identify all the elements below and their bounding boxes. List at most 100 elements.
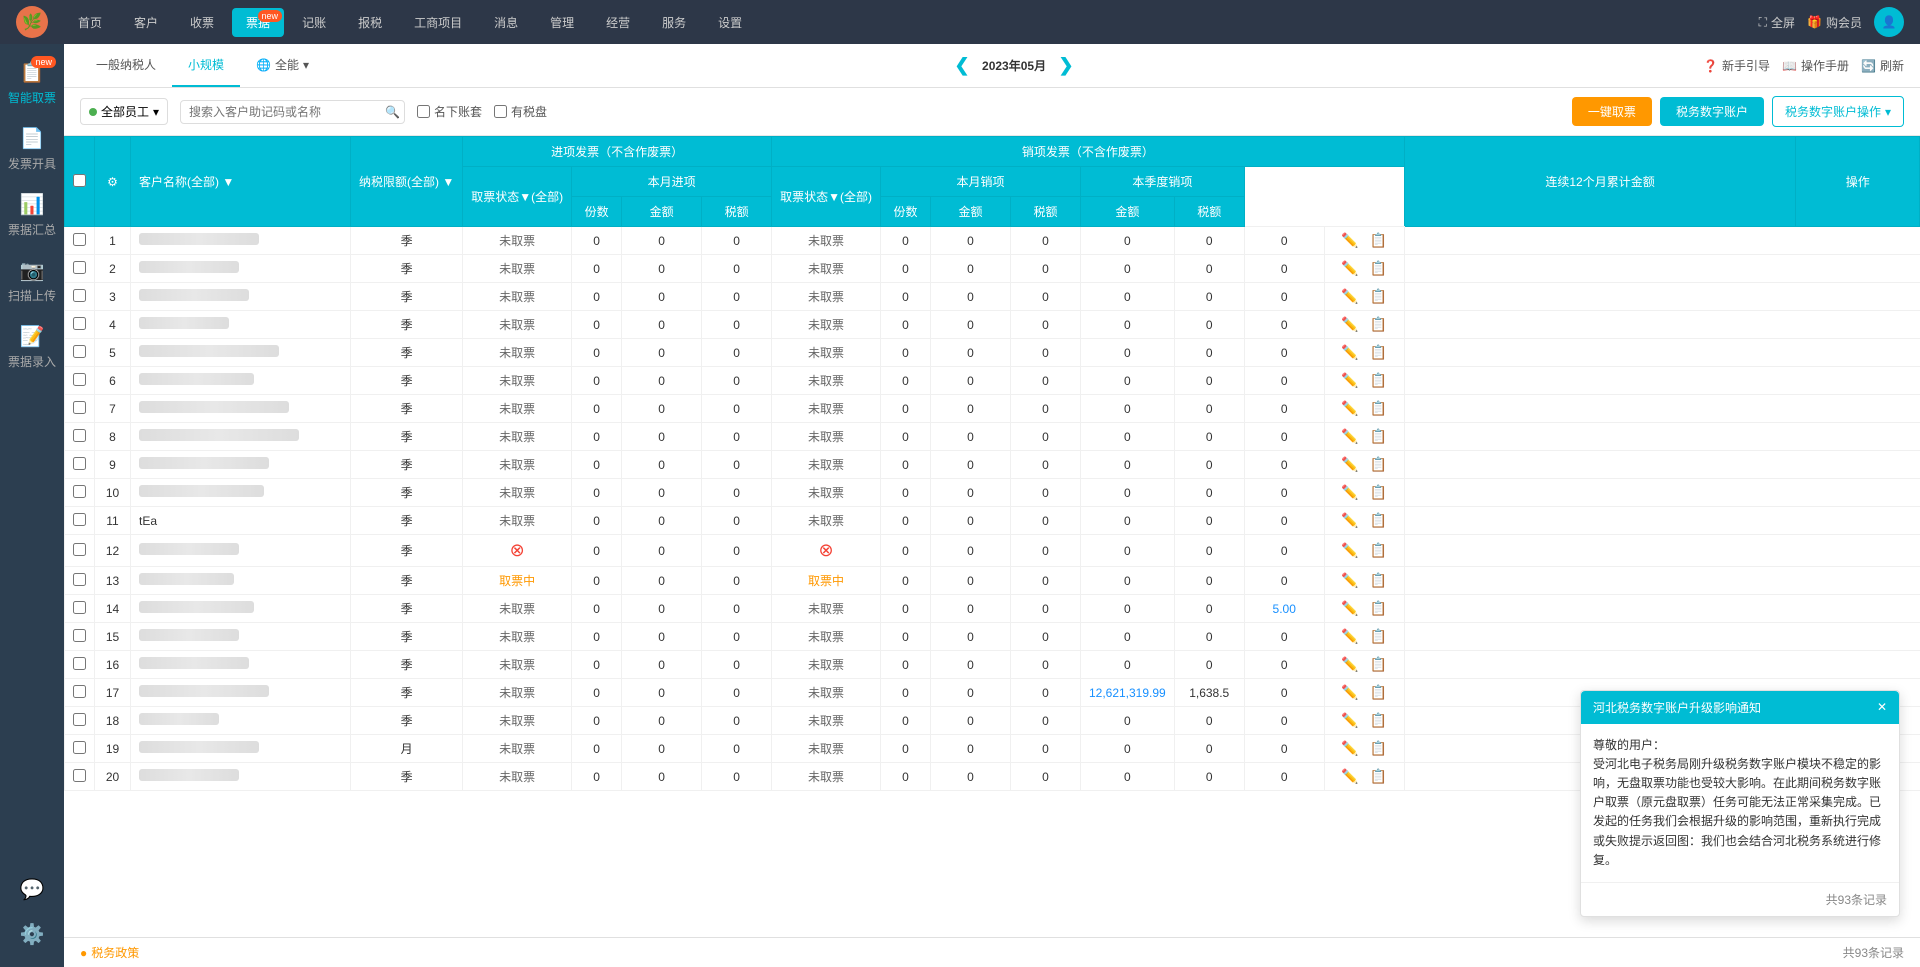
row-checkbox[interactable] bbox=[73, 543, 86, 556]
row-checkbox[interactable] bbox=[73, 741, 86, 754]
nav-invoice[interactable]: 票据 new bbox=[232, 8, 284, 37]
row-checkbox[interactable] bbox=[73, 373, 86, 386]
row-checkbox[interactable] bbox=[73, 261, 86, 274]
row-checkbox[interactable] bbox=[73, 345, 86, 358]
edit-icon[interactable]: ✏️ bbox=[1337, 766, 1362, 786]
row-checkbox-cell[interactable] bbox=[65, 395, 95, 423]
sidebar-item-invoice-entry[interactable]: 📝 票据录入 bbox=[4, 316, 60, 378]
tax-digital-account-button[interactable]: 税务数字账户 bbox=[1660, 97, 1764, 126]
row-checkbox-cell[interactable] bbox=[65, 651, 95, 679]
row-checkbox[interactable] bbox=[73, 233, 86, 246]
nav-settings[interactable]: 设置 bbox=[704, 8, 756, 37]
copy-icon[interactable]: 📋 bbox=[1366, 710, 1391, 730]
edit-icon[interactable]: ✏️ bbox=[1337, 682, 1362, 702]
nav-bookkeeping[interactable]: 记账 bbox=[288, 8, 340, 37]
copy-icon[interactable]: 📋 bbox=[1366, 454, 1391, 474]
copy-icon[interactable]: 📋 bbox=[1366, 738, 1391, 758]
sidebar-item-settings[interactable]: ⚙️ bbox=[4, 914, 60, 955]
nav-operations[interactable]: 经营 bbox=[592, 8, 644, 37]
edit-icon[interactable]: ✏️ bbox=[1337, 426, 1362, 446]
edit-icon[interactable]: ✏️ bbox=[1337, 230, 1362, 250]
edit-icon[interactable]: ✏️ bbox=[1337, 738, 1362, 758]
tab-all[interactable]: 🌐全能 ▾ bbox=[240, 44, 325, 87]
copy-icon[interactable]: 📋 bbox=[1366, 398, 1391, 418]
prev-month-button[interactable]: ❮ bbox=[950, 54, 974, 78]
copy-icon[interactable]: 📋 bbox=[1366, 370, 1391, 390]
row-checkbox-cell[interactable] bbox=[65, 451, 95, 479]
row-checkbox[interactable] bbox=[73, 457, 86, 470]
row-checkbox[interactable] bbox=[73, 317, 86, 330]
copy-icon[interactable]: 📋 bbox=[1366, 570, 1391, 590]
row-checkbox[interactable] bbox=[73, 513, 86, 526]
copy-icon[interactable]: 📋 bbox=[1366, 426, 1391, 446]
edit-icon[interactable]: ✏️ bbox=[1337, 540, 1362, 560]
row-checkbox[interactable] bbox=[73, 657, 86, 670]
row-checkbox-cell[interactable] bbox=[65, 507, 95, 535]
row-checkbox-cell[interactable] bbox=[65, 479, 95, 507]
sidebar-item-invoice-summary[interactable]: 📊 票据汇总 bbox=[4, 184, 60, 246]
edit-icon[interactable]: ✏️ bbox=[1337, 398, 1362, 418]
row-checkbox[interactable] bbox=[73, 485, 86, 498]
row-checkbox-cell[interactable] bbox=[65, 595, 95, 623]
row-checkbox-cell[interactable] bbox=[65, 311, 95, 339]
nav-tax[interactable]: 报税 bbox=[344, 8, 396, 37]
copy-icon[interactable]: 📋 bbox=[1366, 510, 1391, 530]
tab-small-scale[interactable]: 小规模 bbox=[172, 44, 240, 87]
copy-icon[interactable]: 📋 bbox=[1366, 598, 1391, 618]
search-input[interactable] bbox=[181, 101, 381, 123]
season-amount[interactable]: 12,621,319.99 bbox=[1089, 686, 1166, 700]
row-checkbox[interactable] bbox=[73, 601, 86, 614]
fullscreen-button[interactable]: ⛶ 全屏 bbox=[1759, 14, 1795, 31]
row-checkbox-cell[interactable] bbox=[65, 679, 95, 707]
next-month-button[interactable]: ❯ bbox=[1054, 54, 1078, 78]
row-checkbox-cell[interactable] bbox=[65, 339, 95, 367]
row-checkbox-cell[interactable] bbox=[65, 623, 95, 651]
account-checkbox[interactable] bbox=[417, 105, 430, 118]
nav-messages[interactable]: 消息 bbox=[480, 8, 532, 37]
copy-icon[interactable]: 📋 bbox=[1366, 626, 1391, 646]
member-button[interactable]: 🎁 购会员 bbox=[1807, 14, 1862, 31]
select-all-checkbox[interactable] bbox=[73, 174, 86, 187]
nav-management[interactable]: 管理 bbox=[536, 8, 588, 37]
row-checkbox-cell[interactable] bbox=[65, 367, 95, 395]
edit-icon[interactable]: ✏️ bbox=[1337, 626, 1362, 646]
nav-receive[interactable]: 收票 bbox=[176, 8, 228, 37]
copy-icon[interactable]: 📋 bbox=[1366, 342, 1391, 362]
nav-customers[interactable]: 客户 bbox=[120, 8, 172, 37]
account-checkbox-label[interactable]: 名下账套 bbox=[417, 103, 482, 120]
row-checkbox-cell[interactable] bbox=[65, 535, 95, 567]
nav-business[interactable]: 工商项目 bbox=[400, 8, 476, 37]
row-checkbox[interactable] bbox=[73, 401, 86, 414]
copy-icon[interactable]: 📋 bbox=[1366, 682, 1391, 702]
notification-close-button[interactable]: ✕ bbox=[1877, 700, 1887, 714]
operation-manual-link[interactable]: 📖 操作手册 bbox=[1782, 57, 1849, 74]
edit-icon[interactable]: ✏️ bbox=[1337, 598, 1362, 618]
row-checkbox[interactable] bbox=[73, 713, 86, 726]
edit-icon[interactable]: ✏️ bbox=[1337, 314, 1362, 334]
row-checkbox[interactable] bbox=[73, 573, 86, 586]
app-logo[interactable]: 🌿 bbox=[16, 6, 48, 38]
tab-general-taxpayer[interactable]: 一般纳税人 bbox=[80, 44, 172, 87]
row-checkbox-cell[interactable] bbox=[65, 283, 95, 311]
one-click-fetch-button[interactable]: 一键取票 bbox=[1572, 97, 1652, 126]
row-checkbox[interactable] bbox=[73, 769, 86, 782]
edit-icon[interactable]: ✏️ bbox=[1337, 342, 1362, 362]
copy-icon[interactable]: 📋 bbox=[1366, 286, 1391, 306]
edit-icon[interactable]: ✏️ bbox=[1337, 454, 1362, 474]
sidebar-item-scan-upload[interactable]: 📷 扫描上传 bbox=[4, 250, 60, 312]
row-checkbox[interactable] bbox=[73, 629, 86, 642]
row-checkbox-cell[interactable] bbox=[65, 227, 95, 255]
row-checkbox-cell[interactable] bbox=[65, 255, 95, 283]
sidebar-item-chat[interactable]: 💬 bbox=[4, 869, 60, 910]
row-checkbox-cell[interactable] bbox=[65, 763, 95, 791]
edit-icon[interactable]: ✏️ bbox=[1337, 286, 1362, 306]
copy-icon[interactable]: 📋 bbox=[1366, 230, 1391, 250]
edit-icon[interactable]: ✏️ bbox=[1337, 710, 1362, 730]
tax-digital-ops-button[interactable]: 税务数字账户操作 ▾ bbox=[1772, 96, 1904, 127]
copy-icon[interactable]: 📋 bbox=[1366, 258, 1391, 278]
sidebar-item-smart-fetch[interactable]: 📋 智能取票 new bbox=[4, 52, 60, 114]
new-guide-link[interactable]: ❓ 新手引导 bbox=[1703, 57, 1770, 74]
edit-icon[interactable]: ✏️ bbox=[1337, 510, 1362, 530]
row-checkbox-cell[interactable] bbox=[65, 567, 95, 595]
tax-policy-link[interactable]: ● 税务政策 bbox=[80, 944, 139, 961]
